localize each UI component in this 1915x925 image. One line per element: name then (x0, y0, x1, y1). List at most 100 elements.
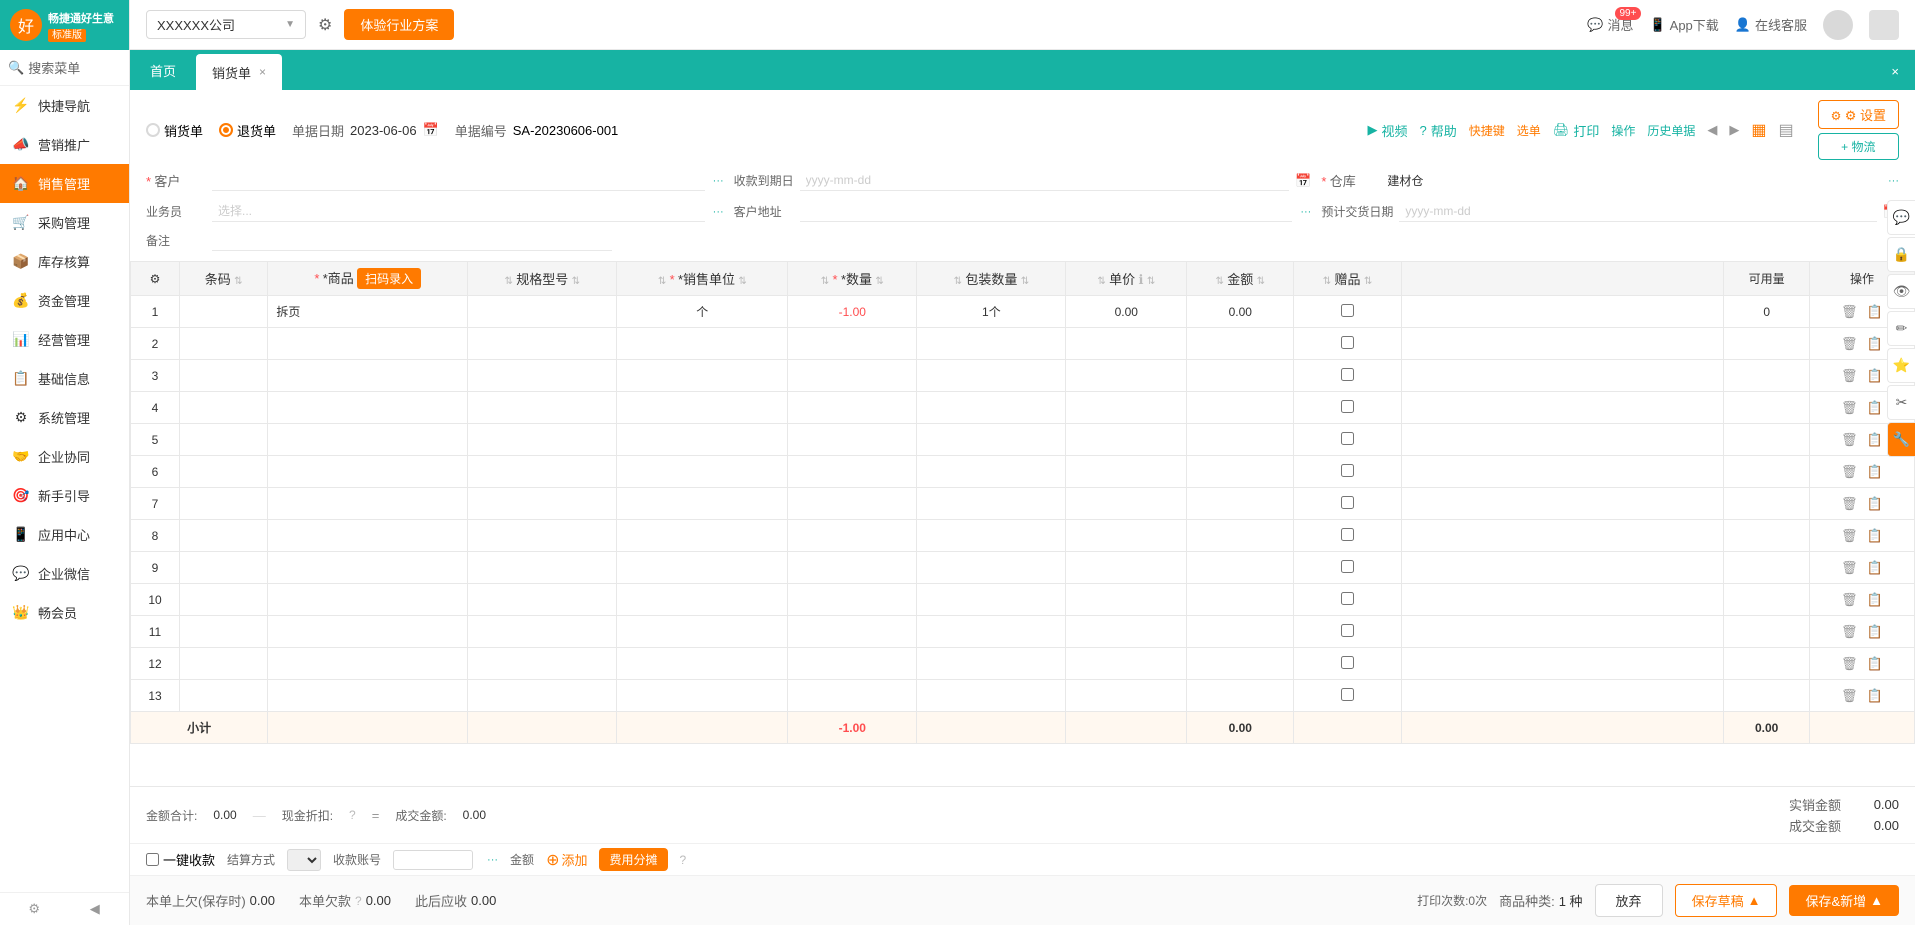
account-input[interactable] (393, 850, 473, 870)
delete-icon-1[interactable]: 🗑 (1841, 336, 1858, 351)
copy-icon-7[interactable]: 📋 (1867, 528, 1883, 543)
cell-unit-10[interactable] (617, 616, 788, 648)
scan-button[interactable]: 扫码录入 (357, 268, 421, 289)
cell-gift-8[interactable] (1294, 552, 1401, 584)
cell-unit-price-4[interactable] (1066, 424, 1187, 456)
sidebar-item-sales[interactable]: 🏠 销售管理 (0, 164, 129, 203)
right-panel-eye-btn[interactable]: 👁 (1887, 274, 1915, 309)
cell-unit-1[interactable] (617, 328, 788, 360)
cell-unit-price-2[interactable] (1066, 360, 1187, 392)
address-action-dots[interactable]: ··· (1300, 206, 1311, 218)
cell-pack-qty-5[interactable] (917, 456, 1066, 488)
delete-icon-2[interactable]: 🗑 (1841, 368, 1858, 383)
cell-spec-1[interactable] (468, 328, 617, 360)
search-menu[interactable]: 🔍 搜索菜单 (0, 50, 129, 86)
operate-btn[interactable]: 操作 (1611, 122, 1635, 139)
close-all-icon[interactable]: × (1891, 64, 1899, 79)
help-btn[interactable]: ? 帮助 (1420, 121, 1457, 140)
cell-gift-2[interactable] (1294, 360, 1401, 392)
copy-icon-10[interactable]: 📋 (1867, 624, 1883, 639)
delete-icon-5[interactable]: 🗑 (1841, 464, 1858, 479)
app-download-btn[interactable]: 📱 App下载 (1649, 15, 1718, 34)
cell-gift-5[interactable] (1294, 456, 1401, 488)
fee-help-icon[interactable]: ? (680, 853, 687, 867)
cell-amount-6[interactable] (1187, 488, 1294, 520)
calendar-icon[interactable]: 📅 (423, 122, 439, 138)
cell-barcode-6[interactable] (179, 488, 267, 520)
settings-icon[interactable]: ⚙ (318, 15, 332, 35)
cell-unit-6[interactable] (617, 488, 788, 520)
cell-spec-10[interactable] (468, 616, 617, 648)
save-new-button[interactable]: 保存&新增 ▲ (1789, 885, 1899, 916)
sidebar-collapse-btn[interactable]: ◀ (69, 901, 122, 917)
account-dots[interactable]: ··· (487, 854, 498, 866)
cell-unit-5[interactable] (617, 456, 788, 488)
user-menu[interactable] (1869, 10, 1899, 40)
grid-view-icon[interactable]: ▦ (1751, 120, 1766, 140)
warehouse-action-dots[interactable]: ··· (1888, 175, 1899, 187)
sidebar-item-system[interactable]: ⚙ 系统管理 (0, 398, 129, 437)
copy-icon-3[interactable]: 📋 (1867, 400, 1883, 415)
cell-qty-4[interactable] (788, 424, 917, 456)
cell-amount-8[interactable] (1187, 552, 1294, 584)
cell-amount-5[interactable] (1187, 456, 1294, 488)
right-panel-star-btn[interactable]: ⭐ (1887, 348, 1915, 383)
cell-gift-7[interactable] (1294, 520, 1401, 552)
cell-amount-9[interactable] (1187, 584, 1294, 616)
cell-qty-6[interactable] (788, 488, 917, 520)
cell-unit-price-5[interactable] (1066, 456, 1187, 488)
add-btn[interactable]: ⊕ 添加 (546, 850, 587, 870)
arrears-help-icon[interactable]: ? (355, 894, 362, 908)
shortcut-btn[interactable]: 快捷键 (1469, 122, 1505, 139)
cell-unit-price-7[interactable] (1066, 520, 1187, 552)
cell-amount-0[interactable]: 0.00 (1187, 296, 1294, 328)
sidebar-item-basic[interactable]: 📋 基础信息 (0, 359, 129, 398)
delivery-date-input[interactable] (1399, 201, 1876, 222)
cell-unit-price-1[interactable] (1066, 328, 1187, 360)
cell-product-5[interactable] (268, 456, 468, 488)
cell-spec-12[interactable] (468, 680, 617, 712)
cell-product-3[interactable] (268, 392, 468, 424)
cell-gift-4[interactable] (1294, 424, 1401, 456)
cell-barcode-1[interactable] (179, 328, 267, 360)
cell-product-8[interactable] (268, 552, 468, 584)
cell-spec-2[interactable] (468, 360, 617, 392)
delete-icon-7[interactable]: 🗑 (1841, 528, 1858, 543)
cell-spec-9[interactable] (468, 584, 617, 616)
cell-spec-8[interactable] (468, 552, 617, 584)
cell-spec-0[interactable] (468, 296, 617, 328)
user-avatar[interactable] (1823, 10, 1853, 40)
cell-pack-qty-0[interactable]: 1个 (917, 296, 1066, 328)
cell-gift-9[interactable] (1294, 584, 1401, 616)
sidebar-item-marketing[interactable]: 📣 营销推广 (0, 125, 129, 164)
right-panel-cut-btn[interactable]: ✂ (1887, 385, 1915, 420)
history-btn[interactable]: 历史单据 (1647, 122, 1695, 139)
copy-icon-0[interactable]: 📋 (1867, 304, 1883, 319)
cell-pack-qty-2[interactable] (917, 360, 1066, 392)
cell-unit-price-3[interactable] (1066, 392, 1187, 424)
cell-barcode-0[interactable] (179, 296, 267, 328)
copy-icon-1[interactable]: 📋 (1867, 336, 1883, 351)
sidebar-item-appstore[interactable]: 📱 应用中心 (0, 515, 129, 554)
online-service-btn[interactable]: 👤 在线客服 (1735, 15, 1807, 34)
cell-pack-qty-9[interactable] (917, 584, 1066, 616)
copy-icon-5[interactable]: 📋 (1867, 464, 1883, 479)
delete-icon-11[interactable]: 🗑 (1841, 656, 1858, 671)
cell-unit-price-0[interactable]: 0.00 (1066, 296, 1187, 328)
copy-icon-11[interactable]: 📋 (1867, 656, 1883, 671)
setting-button[interactable]: ⚙ ⚙ 设置 (1818, 100, 1899, 129)
copy-icon-8[interactable]: 📋 (1867, 560, 1883, 575)
right-panel-lock-btn[interactable]: 🔒 (1887, 237, 1915, 272)
nav-next-icon[interactable]: ▶ (1729, 122, 1739, 138)
customer-action-dots[interactable]: ··· (713, 175, 724, 187)
cell-unit-11[interactable] (617, 648, 788, 680)
cell-qty-9[interactable] (788, 584, 917, 616)
nav-prev-icon[interactable]: ◀ (1707, 122, 1717, 138)
cell-product-2[interactable] (268, 360, 468, 392)
receipt-calendar-icon[interactable]: 📅 (1295, 173, 1311, 189)
cell-amount-1[interactable] (1187, 328, 1294, 360)
save-draft-button[interactable]: 保存草稿 ▲ (1675, 884, 1778, 917)
cell-gift-3[interactable] (1294, 392, 1401, 424)
salesperson-input[interactable] (212, 201, 705, 222)
customer-address-input[interactable] (800, 201, 1293, 222)
